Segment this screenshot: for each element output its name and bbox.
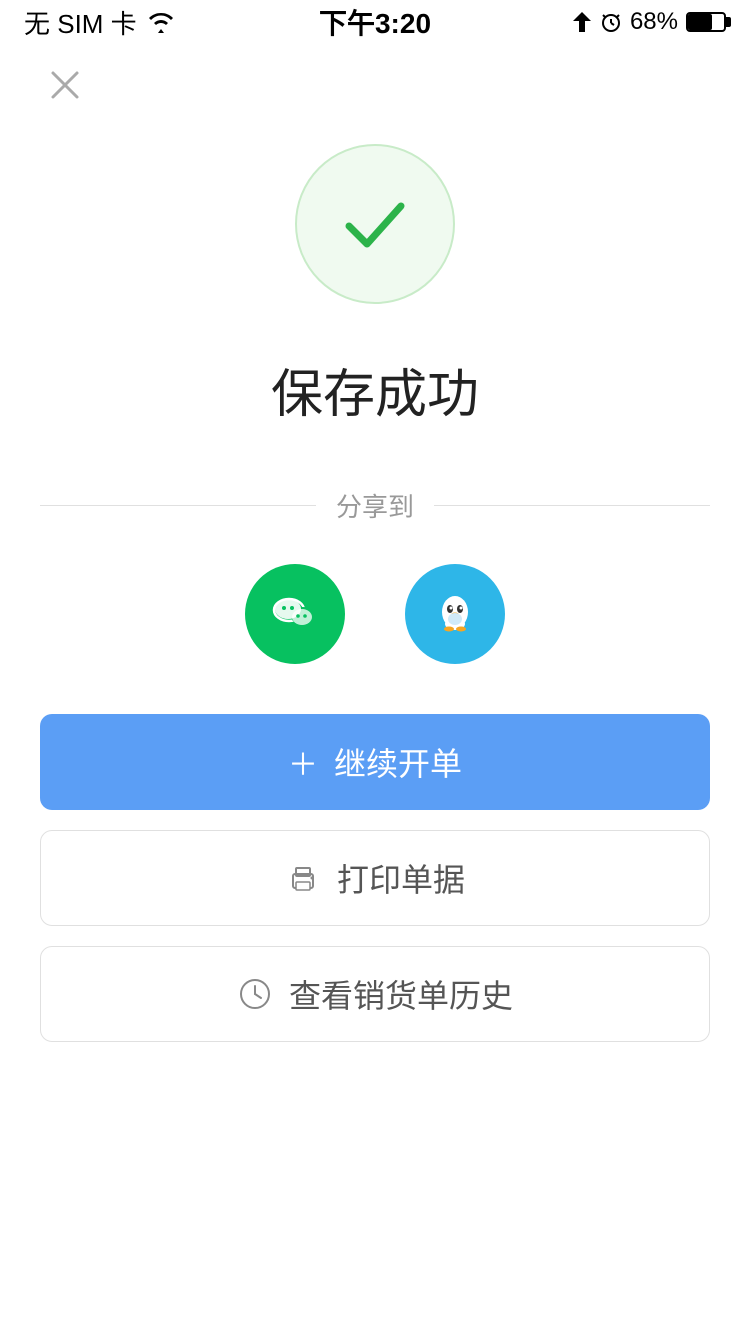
share-label: 分享到 (316, 487, 434, 524)
print-button[interactable]: 打印单据 (40, 830, 710, 926)
close-button[interactable] (40, 60, 90, 110)
print-label: 打印单据 (337, 855, 465, 901)
qq-icon (427, 586, 483, 642)
divider-right (434, 505, 710, 506)
history-button[interactable]: 查看销货单历史 (40, 946, 710, 1042)
qq-share-button[interactable] (405, 564, 505, 664)
status-right: 68% (572, 8, 726, 36)
history-label: 查看销货单历史 (289, 971, 513, 1017)
main-content: 保存成功 分享到 (0, 44, 750, 1042)
status-time: 下午3:20 (319, 2, 431, 42)
location-icon (572, 11, 592, 33)
share-icons-row (245, 564, 505, 664)
battery-icon (686, 12, 726, 32)
no-sim-text: 无 SIM 卡 (24, 4, 137, 41)
action-buttons: ＋ 继续开单 打印单据 查看销货单历史 (0, 714, 750, 1042)
divider-left (40, 505, 316, 506)
success-title: 保存成功 (271, 352, 479, 427)
status-bar: 无 SIM 卡 下午3:20 68% (0, 0, 750, 44)
alarm-icon (600, 11, 622, 33)
continue-button[interactable]: ＋ 继续开单 (40, 714, 710, 810)
wifi-icon (147, 11, 175, 33)
wechat-share-button[interactable] (245, 564, 345, 664)
share-divider: 分享到 (0, 487, 750, 524)
success-icon-circle (295, 144, 455, 304)
battery-percent: 68% (630, 8, 678, 36)
printer-icon (285, 860, 321, 896)
continue-label: 继续开单 (334, 739, 462, 785)
status-left: 无 SIM 卡 (24, 4, 175, 41)
clock-icon (237, 976, 273, 1012)
share-section: 分享到 (0, 487, 750, 664)
wechat-icon (267, 586, 323, 642)
plus-icon: ＋ (288, 740, 318, 784)
checkmark-icon (335, 184, 415, 264)
